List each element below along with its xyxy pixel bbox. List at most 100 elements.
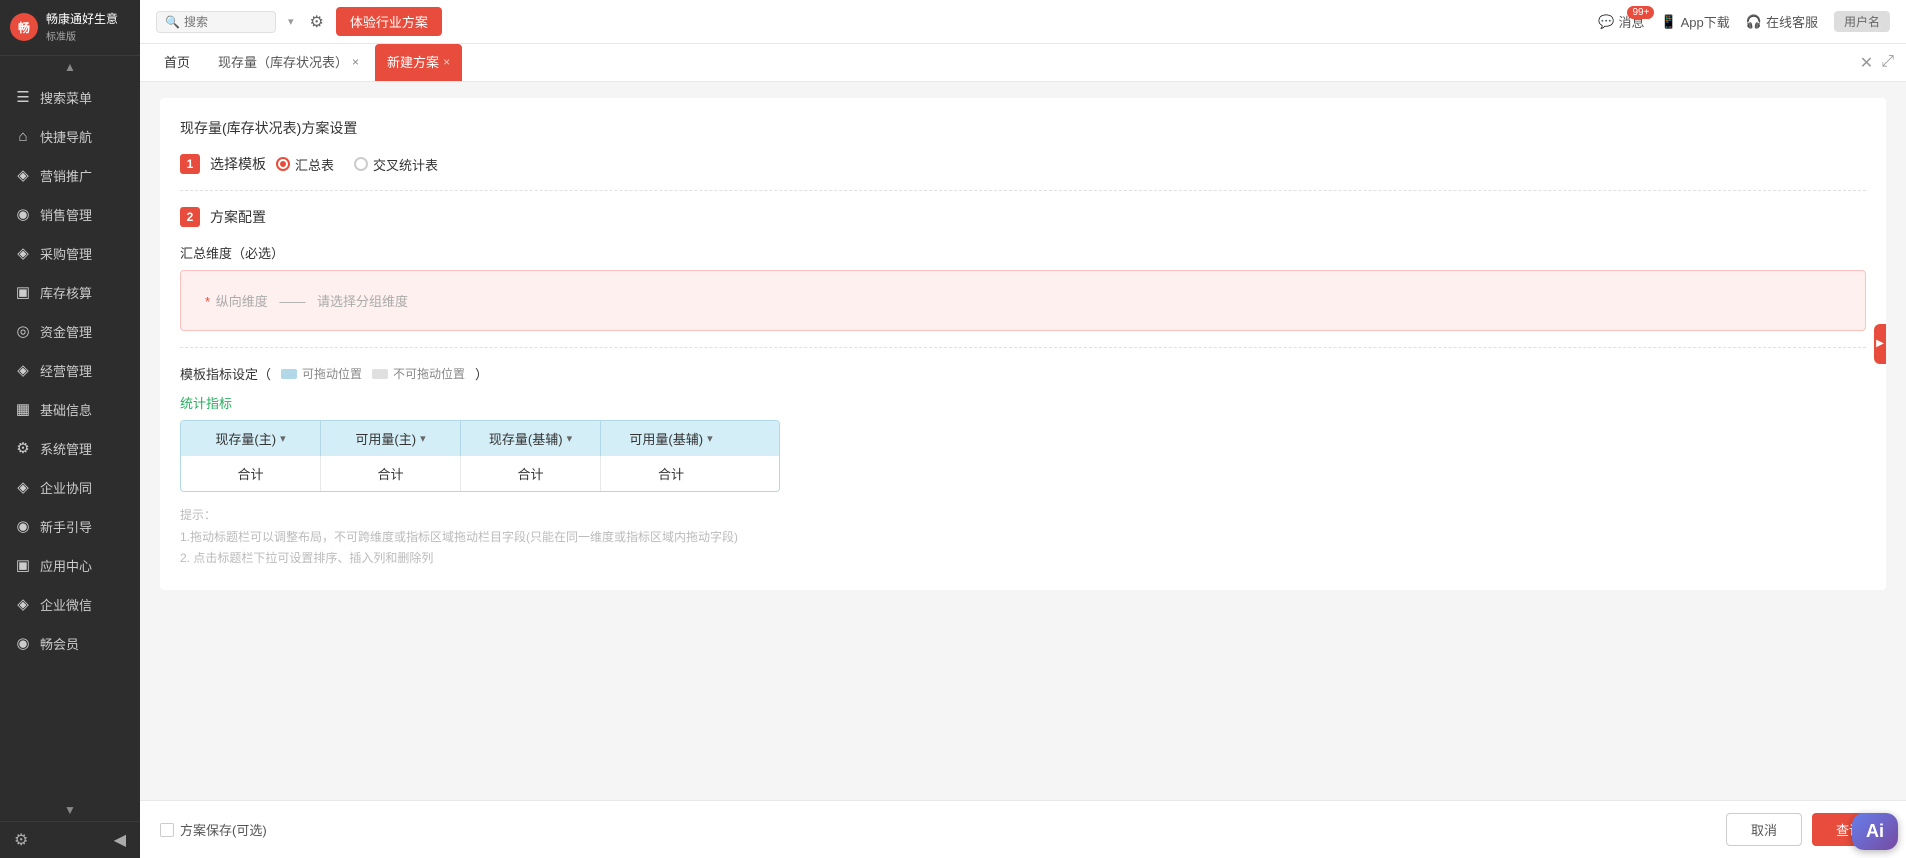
vertical-dimension-placeholder[interactable]: 请选择分组维度 [317, 294, 408, 309]
stats-col-name-1: 可用量(主) [355, 429, 416, 448]
tab-expand-icon[interactable]: ⤢ [1881, 53, 1894, 73]
sidebar-item-basic-info[interactable]: ▦ 基础信息 [0, 390, 140, 429]
step1-number: 1 [180, 154, 200, 174]
tab-home-label: 首页 [164, 52, 190, 71]
radio-summary-dot [276, 157, 290, 171]
step1-divider [180, 190, 1866, 191]
tab-new-scheme[interactable]: 新建方案 × [375, 44, 462, 81]
service-label: 在线客服 [1766, 12, 1818, 31]
summary-dimension-label: 汇总维度（必选） [180, 243, 1866, 262]
stats-col-header-0[interactable]: 现存量(主) ▾ [181, 421, 321, 456]
radio-cross-table[interactable]: 交叉统计表 [354, 155, 438, 174]
user-name: 用户名 [1844, 15, 1880, 29]
stats-col-header-1[interactable]: 可用量(主) ▾ [321, 421, 461, 456]
stats-col-chevron-1[interactable]: ▾ [420, 432, 426, 445]
sidebar-item-finance-label: 资金管理 [40, 322, 92, 341]
user-avatar[interactable]: 用户名 [1834, 11, 1890, 32]
member-icon: ◉ [14, 634, 32, 652]
indicators-label-suffix: ） [475, 364, 488, 383]
sidebar-item-management[interactable]: ◈ 经营管理 [0, 351, 140, 390]
nodrag-legend-label: 不可拖动位置 [393, 365, 465, 382]
app-download-label: App下载 [1681, 12, 1730, 31]
sidebar-item-marketing-label: 营销推广 [40, 166, 92, 185]
page-footer: 方案保存(可选) 取消 查询 [140, 800, 1906, 858]
page-title: 现存量(库存状况表)方案设置 [180, 118, 1866, 138]
sidebar-item-search[interactable]: ☰ 搜索菜单 [0, 78, 140, 117]
collapse-icon[interactable]: ◀ [114, 830, 126, 850]
search-icon: 🔍 [165, 15, 180, 29]
vertical-dimension-label: 纵向维度 [216, 294, 268, 309]
scroll-right-indicator[interactable]: ▶ [1874, 324, 1886, 364]
experience-button[interactable]: 体验行业方案 [336, 7, 442, 36]
stats-table-header: 现存量(主) ▾ 可用量(主) ▾ 现存量(基辅) ▾ 可用量(基辅) [181, 421, 779, 456]
sidebar-scroll-down[interactable]: ▼ [0, 799, 140, 821]
stats-col-header-3[interactable]: 可用量(基辅) ▾ [601, 421, 741, 456]
sidebar: 畅 畅康通好生意 标准版 ▲ ☰ 搜索菜单 ⌂ 快捷导航 ◈ 营销推广 ◉ 销售… [0, 0, 140, 858]
sidebar-item-marketing[interactable]: ◈ 营销推广 [0, 156, 140, 195]
headset-icon: 🎧 [1746, 14, 1762, 30]
topbar: 🔍 ▾ ⚙ 体验行业方案 💬 消息 99+ 📱 App下载 🎧 在线客服 用户名 [140, 0, 1906, 44]
sidebar-item-inventory[interactable]: ▣ 库存核算 [0, 273, 140, 312]
app-version: 标准版 [46, 28, 118, 43]
home-icon: ⌂ [14, 128, 32, 145]
sidebar-nav: ☰ 搜索菜单 ⌂ 快捷导航 ◈ 营销推广 ◉ 销售管理 ◈ 采购管理 ▣ 库存核… [0, 78, 140, 799]
sidebar-item-system[interactable]: ⚙ 系统管理 [0, 429, 140, 468]
dimension-dash: —— [279, 294, 305, 309]
stats-col-header-2[interactable]: 现存量(基辅) ▾ [461, 421, 601, 456]
topbar-gear-icon[interactable]: ⚙ [310, 12, 324, 32]
stats-col-chevron-0[interactable]: ▾ [280, 432, 286, 445]
tab-home[interactable]: 首页 [152, 44, 202, 81]
sidebar-scroll-up[interactable]: ▲ [0, 56, 140, 78]
service-button[interactable]: 🎧 在线客服 [1746, 12, 1818, 31]
sidebar-item-app-center-label: 应用中心 [40, 556, 92, 575]
radio-cross-dot [354, 157, 368, 171]
tab-bar: 首页 现存量（库存状况表） × 新建方案 × ✕ ⤢ [140, 44, 1906, 82]
tab-inventory[interactable]: 现存量（库存状况表） × [206, 44, 371, 81]
sidebar-item-weixin[interactable]: ◈ 企业微信 [0, 585, 140, 624]
app-center-icon: ▣ [14, 556, 32, 574]
settings-icon[interactable]: ⚙ [14, 830, 28, 850]
vertical-dimension-area: * 纵向维度 —— 请选择分组维度 [180, 270, 1866, 331]
message-button[interactable]: 💬 消息 99+ [1598, 12, 1644, 31]
tab-close-icon[interactable]: ✕ [1860, 53, 1873, 73]
drag-legend-label: 可拖动位置 [302, 365, 362, 382]
stats-table-body: 合计 合计 合计 合计 [181, 456, 779, 491]
search-input[interactable] [184, 15, 264, 29]
stats-col-chevron-2[interactable]: ▾ [567, 432, 573, 445]
sidebar-item-purchase[interactable]: ◈ 采购管理 [0, 234, 140, 273]
app-download-button[interactable]: 📱 App下载 [1660, 12, 1729, 31]
topbar-chevron-icon[interactable]: ▾ [288, 15, 294, 28]
template-radio-group: 汇总表 交叉统计表 [276, 155, 438, 174]
save-checkbox[interactable] [160, 823, 174, 837]
sidebar-item-newbie[interactable]: ◉ 新手引导 [0, 507, 140, 546]
sidebar-item-cooperation[interactable]: ◈ 企业协同 [0, 468, 140, 507]
tab-new-close[interactable]: × [443, 55, 450, 69]
step2-label: 方案配置 [210, 207, 266, 227]
sales-icon: ◉ [14, 205, 32, 223]
stats-col-chevron-3[interactable]: ▾ [707, 432, 713, 445]
radio-summary-table[interactable]: 汇总表 [276, 155, 334, 174]
sidebar-item-app-center[interactable]: ▣ 应用中心 [0, 546, 140, 585]
nodrag-legend-box [372, 369, 388, 379]
ai-float-button[interactable]: Ai [1852, 813, 1898, 850]
drag-legend-box [281, 369, 297, 379]
sidebar-item-weixin-label: 企业微信 [40, 595, 92, 614]
cancel-button[interactable]: 取消 [1726, 813, 1802, 846]
radio-cross-label: 交叉统计表 [373, 155, 438, 174]
tab-inventory-close[interactable]: × [352, 55, 359, 69]
sidebar-item-basic-info-label: 基础信息 [40, 400, 92, 419]
tip-2: 2. 点击标题栏下拉可设置排序、插入列和删除列 [180, 551, 433, 565]
indicators-label-text: 模板指标设定（ [180, 364, 271, 383]
purchase-icon: ◈ [14, 244, 32, 262]
sidebar-item-member[interactable]: ◉ 畅会员 [0, 624, 140, 663]
topbar-search-box[interactable]: 🔍 [156, 11, 276, 33]
sidebar-item-finance[interactable]: ◎ 资金管理 [0, 312, 140, 351]
sidebar-item-quicknav[interactable]: ⌂ 快捷导航 [0, 117, 140, 156]
save-option[interactable]: 方案保存(可选) [160, 820, 267, 839]
sidebar-item-member-label: 畅会员 [40, 634, 79, 653]
stats-body-3: 合计 [601, 456, 741, 491]
sidebar-item-sales[interactable]: ◉ 销售管理 [0, 195, 140, 234]
sidebar-item-inventory-label: 库存核算 [40, 283, 92, 302]
scroll-arrow: ▶ [1876, 338, 1884, 349]
main-area: 🔍 ▾ ⚙ 体验行业方案 💬 消息 99+ 📱 App下载 🎧 在线客服 用户名 [140, 0, 1906, 858]
